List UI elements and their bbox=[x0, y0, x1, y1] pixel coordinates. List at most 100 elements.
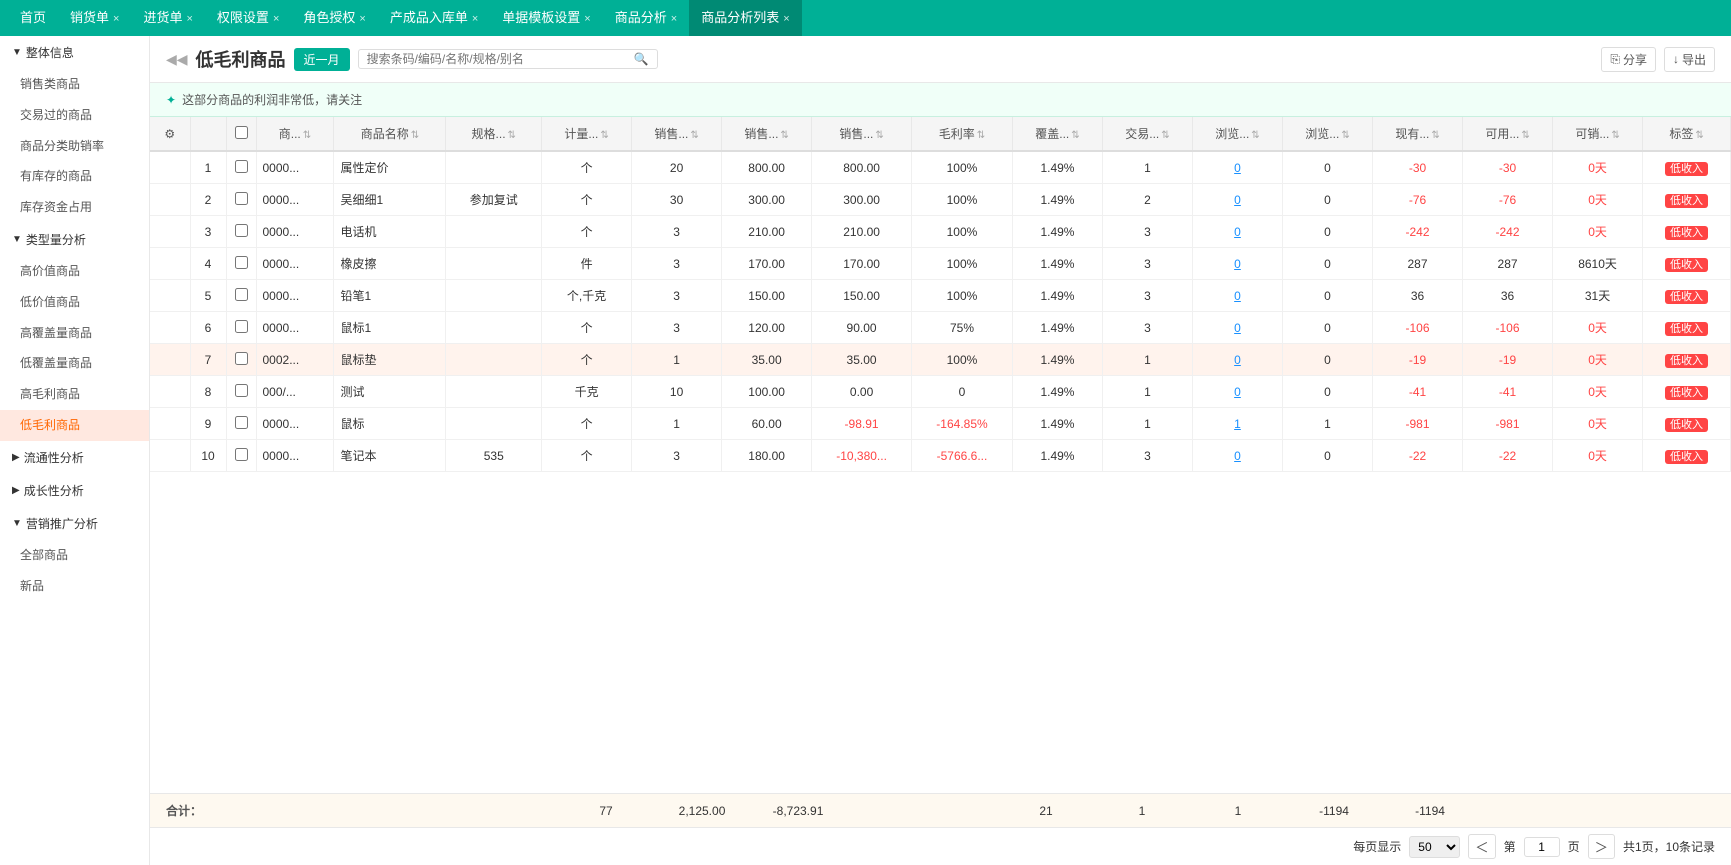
row-checkbox[interactable] bbox=[235, 416, 248, 429]
sales-amt-column-header[interactable]: 销售...⇅ bbox=[722, 117, 812, 151]
view2-column-header[interactable]: 浏览...⇅ bbox=[1283, 117, 1373, 151]
sidebar-item-全部商品[interactable]: 全部商品 bbox=[0, 540, 149, 571]
name-column-header[interactable]: 商品名称⇅ bbox=[334, 117, 446, 151]
nav-item-首页[interactable]: 首页 bbox=[8, 0, 58, 36]
nav-close-icon[interactable]: × bbox=[113, 13, 119, 25]
row-checkbox[interactable] bbox=[235, 160, 248, 173]
row-checkbox[interactable] bbox=[235, 256, 248, 269]
sidebar-collapse-button[interactable]: ◀◀ bbox=[166, 51, 188, 68]
row-check[interactable] bbox=[226, 312, 256, 344]
row-view1[interactable]: 0 bbox=[1192, 248, 1282, 280]
nav-close-icon[interactable]: × bbox=[273, 13, 279, 25]
row-check[interactable] bbox=[226, 248, 256, 280]
settings-column-header[interactable]: ⚙ bbox=[150, 117, 190, 151]
check-column-header[interactable] bbox=[226, 117, 256, 151]
select-all-checkbox[interactable] bbox=[235, 126, 248, 139]
sidebar-group-title[interactable]: ▶流通性分析 bbox=[0, 441, 149, 474]
row-checkbox[interactable] bbox=[235, 352, 248, 365]
view1-column-header[interactable]: 浏览...⇅ bbox=[1192, 117, 1282, 151]
nav-item-产成品入库单[interactable]: 产成品入库单× bbox=[378, 0, 490, 36]
row-check[interactable] bbox=[226, 280, 256, 312]
nav-item-单据模板设置[interactable]: 单据模板设置× bbox=[490, 0, 602, 36]
coverage-column-header[interactable]: 覆盖...⇅ bbox=[1012, 117, 1102, 151]
nav-close-icon[interactable]: × bbox=[472, 13, 478, 25]
row-spec: 535 bbox=[446, 440, 542, 472]
row-view1[interactable]: 1 bbox=[1192, 408, 1282, 440]
nav-close-icon[interactable]: × bbox=[584, 13, 590, 25]
row-view1[interactable]: 0 bbox=[1192, 312, 1282, 344]
row-view1[interactable]: 0 bbox=[1192, 344, 1282, 376]
row-current: -242 bbox=[1373, 216, 1463, 248]
sidebar-item-库存资金占用[interactable]: 库存资金占用 bbox=[0, 192, 149, 223]
nav-close-icon[interactable]: × bbox=[783, 13, 789, 25]
row-checkbox[interactable] bbox=[235, 288, 248, 301]
sidebar-item-高毛利商品[interactable]: 高毛利商品 bbox=[0, 379, 149, 410]
row-check[interactable] bbox=[226, 440, 256, 472]
row-view1[interactable]: 0 bbox=[1192, 376, 1282, 408]
row-check[interactable] bbox=[226, 344, 256, 376]
row-checkbox[interactable] bbox=[235, 192, 248, 205]
row-check[interactable] bbox=[226, 151, 256, 184]
nav-item-角色授权[interactable]: 角色授权× bbox=[291, 0, 377, 36]
gross-margin-column-header[interactable]: 毛利率⇅ bbox=[912, 117, 1013, 151]
row-seq: 7 bbox=[190, 344, 226, 376]
row-view1[interactable]: 0 bbox=[1192, 216, 1282, 248]
nav-close-icon[interactable]: × bbox=[359, 13, 365, 25]
sidebar-item-销售类商品[interactable]: 销售类商品 bbox=[0, 69, 149, 100]
sidebar-item-高价值商品[interactable]: 高价值商品 bbox=[0, 256, 149, 287]
prev-page-button[interactable]: ＜ bbox=[1468, 834, 1495, 859]
row-checkbox[interactable] bbox=[235, 448, 248, 461]
filter-recent-month-button[interactable]: 近一月 bbox=[294, 48, 350, 71]
nav-close-icon[interactable]: × bbox=[186, 13, 192, 25]
spec-column-header[interactable]: 规格...⇅ bbox=[446, 117, 542, 151]
sidebar-item-低覆盖量商品[interactable]: 低覆盖量商品 bbox=[0, 348, 149, 379]
row-checkbox[interactable] bbox=[235, 320, 248, 333]
sales-profit-column-header[interactable]: 销售...⇅ bbox=[812, 117, 912, 151]
nav-close-icon[interactable]: × bbox=[671, 13, 677, 25]
row-sales-qty: 20 bbox=[632, 151, 722, 184]
row-view1[interactable]: 0 bbox=[1192, 280, 1282, 312]
sidebar-item-交易过的商品[interactable]: 交易过的商品 bbox=[0, 100, 149, 131]
sidebar-item-新品[interactable]: 新品 bbox=[0, 571, 149, 602]
code-column-header[interactable]: 商...⇅ bbox=[256, 117, 334, 151]
nav-item-商品分析列表[interactable]: 商品分析列表× bbox=[689, 0, 801, 36]
next-page-button[interactable]: ＞ bbox=[1588, 834, 1615, 859]
search-input[interactable] bbox=[367, 52, 634, 66]
row-checkbox[interactable] bbox=[235, 224, 248, 237]
row-transaction: 3 bbox=[1102, 248, 1192, 280]
sidebar-item-商品分类助销率[interactable]: 商品分类助销率 bbox=[0, 131, 149, 162]
sidebar-group-title[interactable]: ▼整体信息 bbox=[0, 36, 149, 69]
share-button[interactable]: ⎘ 分享 bbox=[1601, 47, 1656, 72]
page-size-select[interactable]: 50 20 100 bbox=[1409, 836, 1460, 858]
sidebar-group-title[interactable]: ▼营销推广分析 bbox=[0, 507, 149, 540]
export-button[interactable]: ↓ 导出 bbox=[1664, 47, 1715, 72]
chevron-icon: ▶ bbox=[12, 452, 20, 463]
tag-column-header[interactable]: 标签⇅ bbox=[1643, 117, 1731, 151]
row-check[interactable] bbox=[226, 184, 256, 216]
row-check[interactable] bbox=[226, 216, 256, 248]
nav-item-商品分析[interactable]: 商品分析× bbox=[603, 0, 689, 36]
row-check[interactable] bbox=[226, 408, 256, 440]
row-check[interactable] bbox=[226, 376, 256, 408]
table-row: 10 0000... 笔记本 535 个 3 180.00 -10,380...… bbox=[150, 440, 1731, 472]
current-column-header[interactable]: 现有...⇅ bbox=[1373, 117, 1463, 151]
unit-column-header[interactable]: 计量...⇅ bbox=[542, 117, 632, 151]
nav-item-销货单[interactable]: 销货单× bbox=[58, 0, 131, 36]
row-view1[interactable]: 0 bbox=[1192, 151, 1282, 184]
available-column-header[interactable]: 可用...⇅ bbox=[1463, 117, 1553, 151]
sidebar-item-高覆盖量商品[interactable]: 高覆盖量商品 bbox=[0, 318, 149, 349]
sidebar-group-title[interactable]: ▼类型量分析 bbox=[0, 223, 149, 256]
sales-qty-column-header[interactable]: 销售...⇅ bbox=[632, 117, 722, 151]
nav-item-进货单[interactable]: 进货单× bbox=[131, 0, 204, 36]
sidebar-item-有库存的商品[interactable]: 有库存的商品 bbox=[0, 161, 149, 192]
salable-column-header[interactable]: 可销...⇅ bbox=[1553, 117, 1643, 151]
row-checkbox[interactable] bbox=[235, 384, 248, 397]
sidebar-item-低价值商品[interactable]: 低价值商品 bbox=[0, 287, 149, 318]
transaction-column-header[interactable]: 交易...⇅ bbox=[1102, 117, 1192, 151]
sidebar-group-title[interactable]: ▶成长性分析 bbox=[0, 474, 149, 507]
sidebar-item-低毛利商品[interactable]: 低毛利商品 bbox=[0, 410, 149, 441]
nav-item-权限设置[interactable]: 权限设置× bbox=[205, 0, 291, 36]
page-number-input[interactable] bbox=[1524, 837, 1560, 857]
row-view1[interactable]: 0 bbox=[1192, 184, 1282, 216]
row-view1[interactable]: 0 bbox=[1192, 440, 1282, 472]
